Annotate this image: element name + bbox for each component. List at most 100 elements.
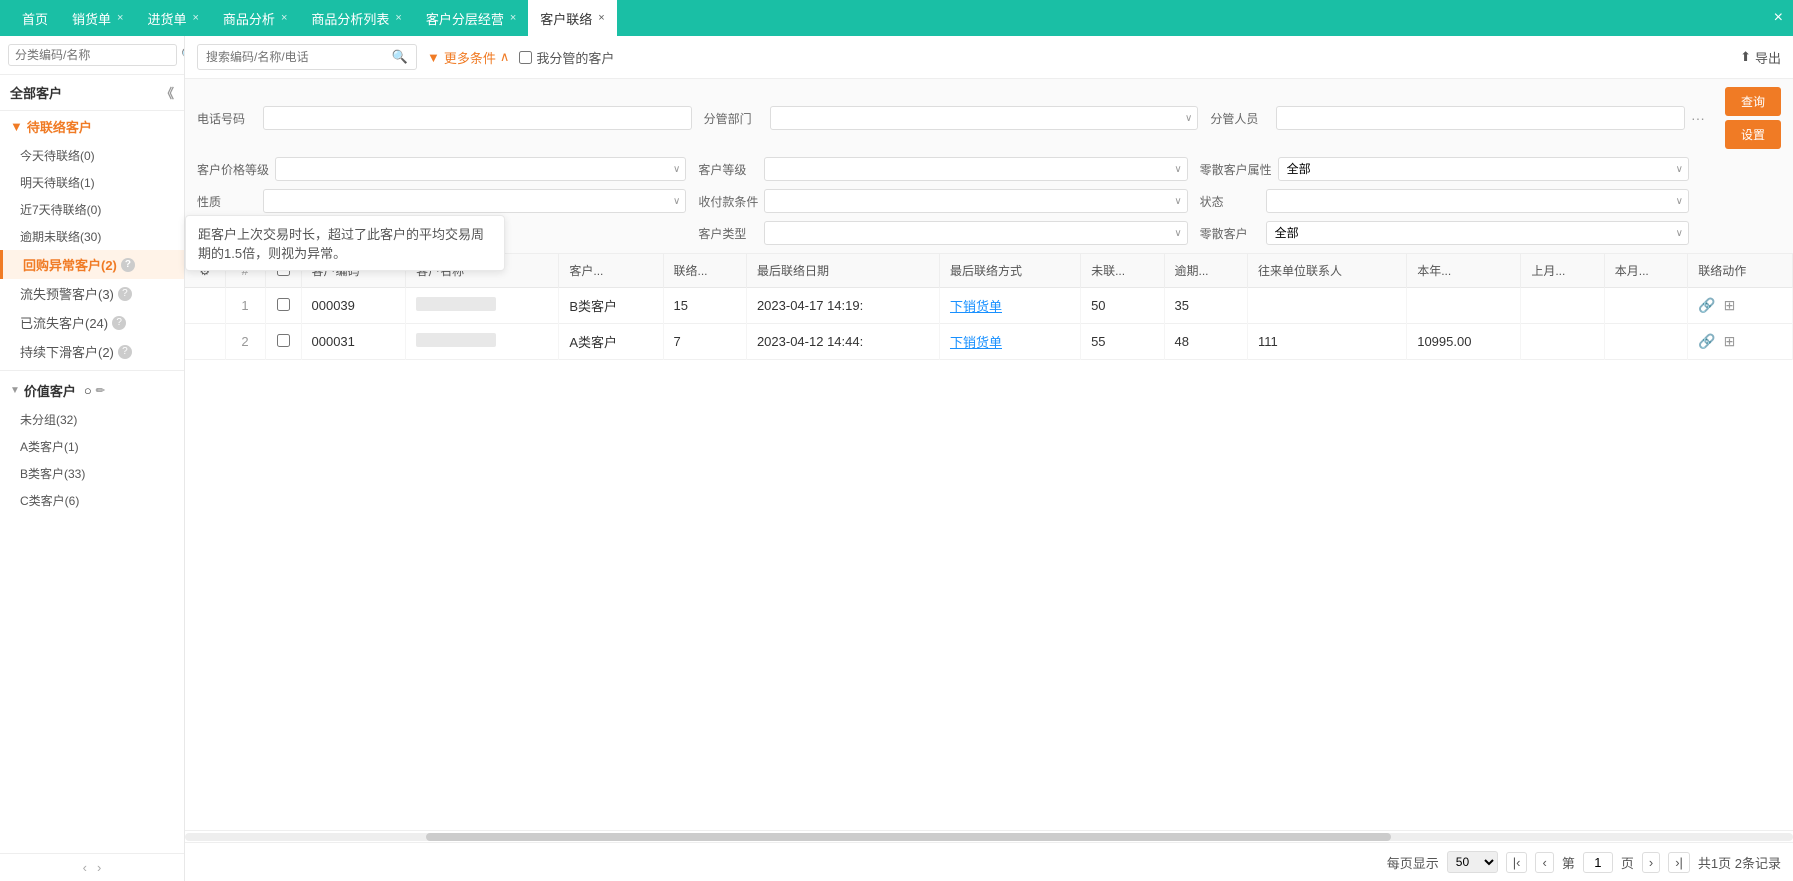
th-overdue[interactable]: 逾期... xyxy=(1164,254,1247,288)
filter-nature-select[interactable] xyxy=(263,189,686,213)
th-last-contact-date[interactable]: 最后联络日期 xyxy=(746,254,939,288)
action-grid-icon-1[interactable]: ⊞ xyxy=(1724,297,1736,314)
filter-phone-input[interactable] xyxy=(263,106,692,130)
query-button[interactable]: 查询 xyxy=(1725,87,1781,116)
filter-price-level-wrap: ∨ xyxy=(275,157,686,181)
sidebar-item-today-pending[interactable]: 今天待联络(0) xyxy=(0,142,184,169)
sidebar-item-loss-warning[interactable]: 流失预警客户(3) ? xyxy=(0,279,184,308)
nav-product-analysis-list-close[interactable]: × xyxy=(395,12,401,24)
th-contacts[interactable]: 联络... xyxy=(663,254,746,288)
th-last-contact-method[interactable]: 最后联络方式 xyxy=(939,254,1080,288)
my-customers-checkbox[interactable] xyxy=(519,51,532,64)
th-last-month[interactable]: 上月... xyxy=(1521,254,1604,288)
th-customer-category[interactable]: 客户... xyxy=(559,254,663,288)
row-1-checkbox[interactable] xyxy=(277,298,290,311)
export-button[interactable]: ⬆ 导出 xyxy=(1740,48,1781,67)
filter-status-select[interactable] xyxy=(1266,189,1689,213)
nav-sales-order-close[interactable]: × xyxy=(117,12,123,24)
contact-method-link-2[interactable]: 下销货单 xyxy=(950,335,1002,350)
th-this-month[interactable]: 本月... xyxy=(1604,254,1687,288)
sidebar-item-class-a[interactable]: A类客户(1) xyxy=(0,433,184,460)
sidebar-item-tomorrow-pending[interactable]: 明天待联络(1) xyxy=(0,169,184,196)
th-company-contacts[interactable]: 往来单位联系人 xyxy=(1247,254,1406,288)
main-search-input[interactable] xyxy=(206,50,392,64)
sidebar-next-icon[interactable]: › xyxy=(97,860,101,875)
td-this-year-1 xyxy=(1407,288,1521,324)
filter-manager: 分管人员 ··· xyxy=(1210,106,1705,130)
filter-manager-dots[interactable]: ··· xyxy=(1691,110,1705,126)
my-customers-filter[interactable]: 我分管的客户 xyxy=(519,48,614,67)
row-2-checkbox[interactable] xyxy=(277,334,290,347)
td-code-1[interactable]: 000039 xyxy=(301,288,406,324)
value-customers-edit-icon[interactable]: ✏ xyxy=(96,384,105,397)
sidebar-collapse-icon[interactable]: 《 xyxy=(161,83,174,102)
filter-price-level-select[interactable] xyxy=(275,157,686,181)
td-last-contact-method-2[interactable]: 下销货单 xyxy=(939,324,1080,360)
filter-payment-select[interactable] xyxy=(764,189,1187,213)
filter-customer-type-select[interactable] xyxy=(764,221,1187,245)
loss-warning-info-icon[interactable]: ? xyxy=(118,287,132,301)
sidebar-item-repurchase-abnormal[interactable]: 回购异常客户(2) ? xyxy=(0,250,184,279)
filter-manager-input[interactable] xyxy=(1276,106,1685,130)
filter-retail-customer-select[interactable]: 全部 xyxy=(1266,221,1689,245)
action-link-icon-2[interactable]: 🔗 xyxy=(1698,333,1715,350)
sidebar-prev-icon[interactable]: ‹ xyxy=(83,860,87,875)
horizontal-scrollbar[interactable] xyxy=(185,830,1793,842)
sidebar-item-7day-pending[interactable]: 近7天待联络(0) xyxy=(0,196,184,223)
td-action-1: 🔗 ⊞ xyxy=(1688,288,1793,324)
td-action-2: 🔗 ⊞ xyxy=(1688,324,1793,360)
page-number-input[interactable] xyxy=(1583,852,1613,873)
nav-customer-tier[interactable]: 客户分层经营 × xyxy=(414,0,528,36)
nav-product-analysis-list[interactable]: 商品分析列表 × xyxy=(299,0,413,36)
sidebar-group-value-customers[interactable]: ▼ 价值客户 ○ ✏ xyxy=(0,375,184,406)
th-this-year[interactable]: 本年... xyxy=(1407,254,1521,288)
prev-page-button[interactable]: ‹ xyxy=(1535,852,1553,873)
action-grid-icon-2[interactable]: ⊞ xyxy=(1724,333,1736,350)
more-conditions-button[interactable]: ▼ 更多条件 ∧ xyxy=(427,48,509,67)
window-close-button[interactable]: × xyxy=(1774,9,1783,27)
nav-sales-order[interactable]: 销货单 × xyxy=(60,0,135,36)
td-code-2[interactable]: 000031 xyxy=(301,324,406,360)
filter-nature-label: 性质 xyxy=(197,193,257,210)
tooltip-text: 距客户上次交易时长，超过了此客户的平均交易周期的1.5倍，则视为异常。 xyxy=(198,227,484,261)
sidebar-section-pending-contact[interactable]: ▼ 待联络客户 xyxy=(0,111,184,142)
sidebar-search-input[interactable] xyxy=(8,44,177,66)
nav-purchase-order-close[interactable]: × xyxy=(192,12,198,24)
td-last-contact-method-1[interactable]: 下销货单 xyxy=(939,288,1080,324)
filter-department-select[interactable] xyxy=(770,106,1199,130)
nav-product-analysis[interactable]: 商品分析 × xyxy=(211,0,299,36)
filter-payment: 收付款条件 ∨ xyxy=(698,189,1187,213)
main-search-icon[interactable]: 🔍 xyxy=(392,49,408,65)
td-check-1[interactable] xyxy=(265,288,301,324)
nav-customer-contact-close[interactable]: × xyxy=(598,12,604,24)
filter-retail-attr-select[interactable]: 全部 xyxy=(1278,157,1689,181)
sidebar-all-customers-header[interactable]: 全部客户 《 xyxy=(0,75,184,111)
nav-product-analysis-close[interactable]: × xyxy=(281,12,287,24)
last-page-button[interactable]: ›| xyxy=(1668,852,1690,873)
sidebar-item-class-c[interactable]: C类客户(6) xyxy=(0,487,184,514)
sidebar-item-class-b[interactable]: B类客户(33) xyxy=(0,460,184,487)
table-wrapper[interactable]: ⚙ # 客户编码 客户名称 客户... 联络... 最后联络日期 最后联络方式 … xyxy=(185,254,1793,830)
sidebar-item-already-lost[interactable]: 已流失客户(24) ? xyxy=(0,308,184,337)
next-page-button[interactable]: › xyxy=(1642,852,1660,873)
nav-purchase-order[interactable]: 进货单 × xyxy=(135,0,210,36)
action-link-icon-1[interactable]: 🔗 xyxy=(1698,297,1715,314)
filter-retail-attr-wrap: 全部 ∨ xyxy=(1278,157,1689,181)
td-check-2[interactable] xyxy=(265,324,301,360)
nav-customer-contact[interactable]: 客户联络 × xyxy=(528,0,616,36)
continuous-decline-info-icon[interactable]: ? xyxy=(118,345,132,359)
page-size-select[interactable]: 50 20 100 xyxy=(1447,851,1498,873)
filter-department: 分管部门 ∨ xyxy=(704,106,1199,130)
filter-customer-level-select[interactable] xyxy=(764,157,1187,181)
sidebar-item-ungrouped[interactable]: 未分组(32) xyxy=(0,406,184,433)
repurchase-info-icon[interactable]: ? xyxy=(121,258,135,272)
nav-home[interactable]: 首页 xyxy=(10,0,60,36)
sidebar-item-continuous-decline[interactable]: 持续下滑客户(2) ? xyxy=(0,337,184,366)
sidebar-item-overdue-contact[interactable]: 逾期未联络(30) xyxy=(0,223,184,250)
th-not-contacted[interactable]: 未联... xyxy=(1081,254,1164,288)
contact-method-link-1[interactable]: 下销货单 xyxy=(950,299,1002,314)
first-page-button[interactable]: |‹ xyxy=(1506,852,1528,873)
already-lost-info-icon[interactable]: ? xyxy=(112,316,126,330)
settings-button[interactable]: 设置 xyxy=(1725,120,1781,149)
nav-customer-tier-close[interactable]: × xyxy=(510,12,516,24)
